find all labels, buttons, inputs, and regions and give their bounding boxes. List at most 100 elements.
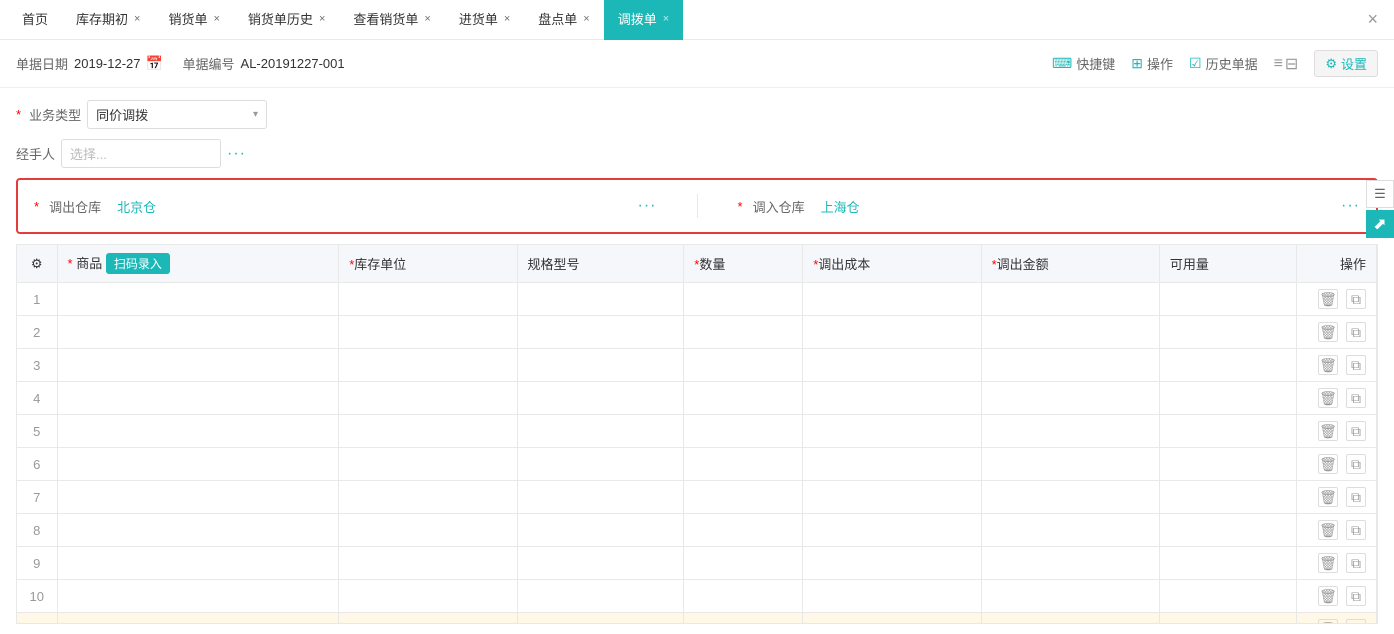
row-unit-cell[interactable] [339,448,517,481]
side-export-btn[interactable]: ⬈ [1366,210,1394,238]
shortcut-btn[interactable]: ⌨ 快捷键 [1052,54,1115,73]
row-qty-cell[interactable] [684,580,803,613]
row-qty-cell[interactable] [684,316,803,349]
row-spec-cell[interactable] [517,316,684,349]
row-trash-icon[interactable]: 🗑 [1318,553,1338,573]
operation-btn[interactable]: ⊞ 操作 [1131,54,1173,73]
row-qty-cell[interactable] [684,448,803,481]
row-amount-cell[interactable] [981,316,1159,349]
row-copy-icon[interactable]: ⧉ [1346,421,1366,441]
row-unit-cell[interactable] [339,316,517,349]
side-list-btn[interactable]: ☰ [1366,180,1394,208]
row-copy-icon[interactable]: ⧉ [1346,454,1366,474]
row-product-cell[interactable] [57,547,339,580]
layout2-btn[interactable]: ⊟ [1285,54,1298,74]
row-qty-cell[interactable] [684,349,803,382]
row-cost-cell[interactable] [803,316,981,349]
row-cost-cell[interactable] [803,580,981,613]
row-spec-cell[interactable] [517,580,684,613]
tab-transfer[interactable]: 调拨单 × [604,0,683,40]
subtotal-trash-icon[interactable]: 🗑 [1318,619,1338,624]
row-spec-cell[interactable] [517,349,684,382]
row-qty-cell[interactable] [684,382,803,415]
row-cost-cell[interactable] [803,349,981,382]
row-unit-cell[interactable] [339,580,517,613]
tab-inventory-check[interactable]: 盘点单 × [524,0,603,40]
warehouse-in-ellipsis-btn[interactable]: ··· [1341,197,1360,215]
tab-inventory-init[interactable]: 库存期初 × [62,0,154,40]
row-copy-icon[interactable]: ⧉ [1346,355,1366,375]
row-product-cell[interactable] [57,448,339,481]
row-unit-cell[interactable] [339,514,517,547]
row-unit-cell[interactable] [339,415,517,448]
tab-purchase[interactable]: 进货单 × [445,0,524,40]
handler-select[interactable]: 选择... [61,139,221,168]
row-product-cell[interactable] [57,382,339,415]
tab-purchase-close[interactable]: × [504,13,510,25]
row-qty-cell[interactable] [684,283,803,316]
row-cost-cell[interactable] [803,415,981,448]
row-qty-cell[interactable] [684,481,803,514]
row-product-cell[interactable] [57,283,339,316]
row-trash-icon[interactable]: 🗑 [1318,421,1338,441]
row-trash-icon[interactable]: 🗑 [1318,289,1338,309]
subtotal-copy-icon[interactable]: ⧉ [1346,619,1366,624]
row-qty-cell[interactable] [684,547,803,580]
history-btn[interactable]: ☑ 历史单据 [1189,54,1258,73]
row-product-cell[interactable] [57,349,339,382]
business-type-select[interactable]: 同价调拨 ▾ [87,100,267,129]
layout1-btn[interactable]: ≡ [1274,55,1283,73]
settings-btn[interactable]: ⚙ 设置 [1314,50,1378,77]
row-cost-cell[interactable] [803,514,981,547]
row-unit-cell[interactable] [339,481,517,514]
row-cost-cell[interactable] [803,448,981,481]
row-product-cell[interactable] [57,481,339,514]
row-copy-icon[interactable]: ⧉ [1346,388,1366,408]
row-trash-icon[interactable]: 🗑 [1318,322,1338,342]
row-spec-cell[interactable] [517,481,684,514]
row-cost-cell[interactable] [803,382,981,415]
row-product-cell[interactable] [57,415,339,448]
scan-entry-btn[interactable]: 扫码录入 [106,253,170,274]
tab-view-sales[interactable]: 查看销货单 × [339,0,444,40]
row-trash-icon[interactable]: 🗑 [1318,454,1338,474]
calendar-icon[interactable]: 📅 [147,56,163,72]
row-amount-cell[interactable] [981,382,1159,415]
row-amount-cell[interactable] [981,481,1159,514]
row-unit-cell[interactable] [339,283,517,316]
row-trash-icon[interactable]: 🗑 [1318,355,1338,375]
row-qty-cell[interactable] [684,415,803,448]
row-spec-cell[interactable] [517,547,684,580]
row-product-cell[interactable] [57,316,339,349]
row-unit-cell[interactable] [339,547,517,580]
row-trash-icon[interactable]: 🗑 [1318,487,1338,507]
row-spec-cell[interactable] [517,382,684,415]
row-amount-cell[interactable] [981,580,1159,613]
row-spec-cell[interactable] [517,283,684,316]
row-cost-cell[interactable] [803,481,981,514]
tab-sales-order-close[interactable]: × [213,13,219,25]
tab-view-sales-close[interactable]: × [424,13,430,25]
row-spec-cell[interactable] [517,514,684,547]
row-product-cell[interactable] [57,514,339,547]
row-amount-cell[interactable] [981,448,1159,481]
row-trash-icon[interactable]: 🗑 [1318,520,1338,540]
row-amount-cell[interactable] [981,415,1159,448]
row-spec-cell[interactable] [517,448,684,481]
row-amount-cell[interactable] [981,547,1159,580]
row-copy-icon[interactable]: ⧉ [1346,520,1366,540]
row-qty-cell[interactable] [684,514,803,547]
th-settings[interactable]: ⚙ [17,245,57,283]
tab-inventory-check-close[interactable]: × [583,13,589,25]
row-copy-icon[interactable]: ⧉ [1346,553,1366,573]
row-amount-cell[interactable] [981,514,1159,547]
row-trash-icon[interactable]: 🗑 [1318,388,1338,408]
row-trash-icon[interactable]: 🗑 [1318,586,1338,606]
row-cost-cell[interactable] [803,283,981,316]
row-product-cell[interactable] [57,580,339,613]
row-spec-cell[interactable] [517,415,684,448]
row-amount-cell[interactable] [981,349,1159,382]
row-copy-icon[interactable]: ⧉ [1346,586,1366,606]
tab-sales-order[interactable]: 销货单 × [154,0,233,40]
tab-home[interactable]: 首页 [8,0,62,40]
